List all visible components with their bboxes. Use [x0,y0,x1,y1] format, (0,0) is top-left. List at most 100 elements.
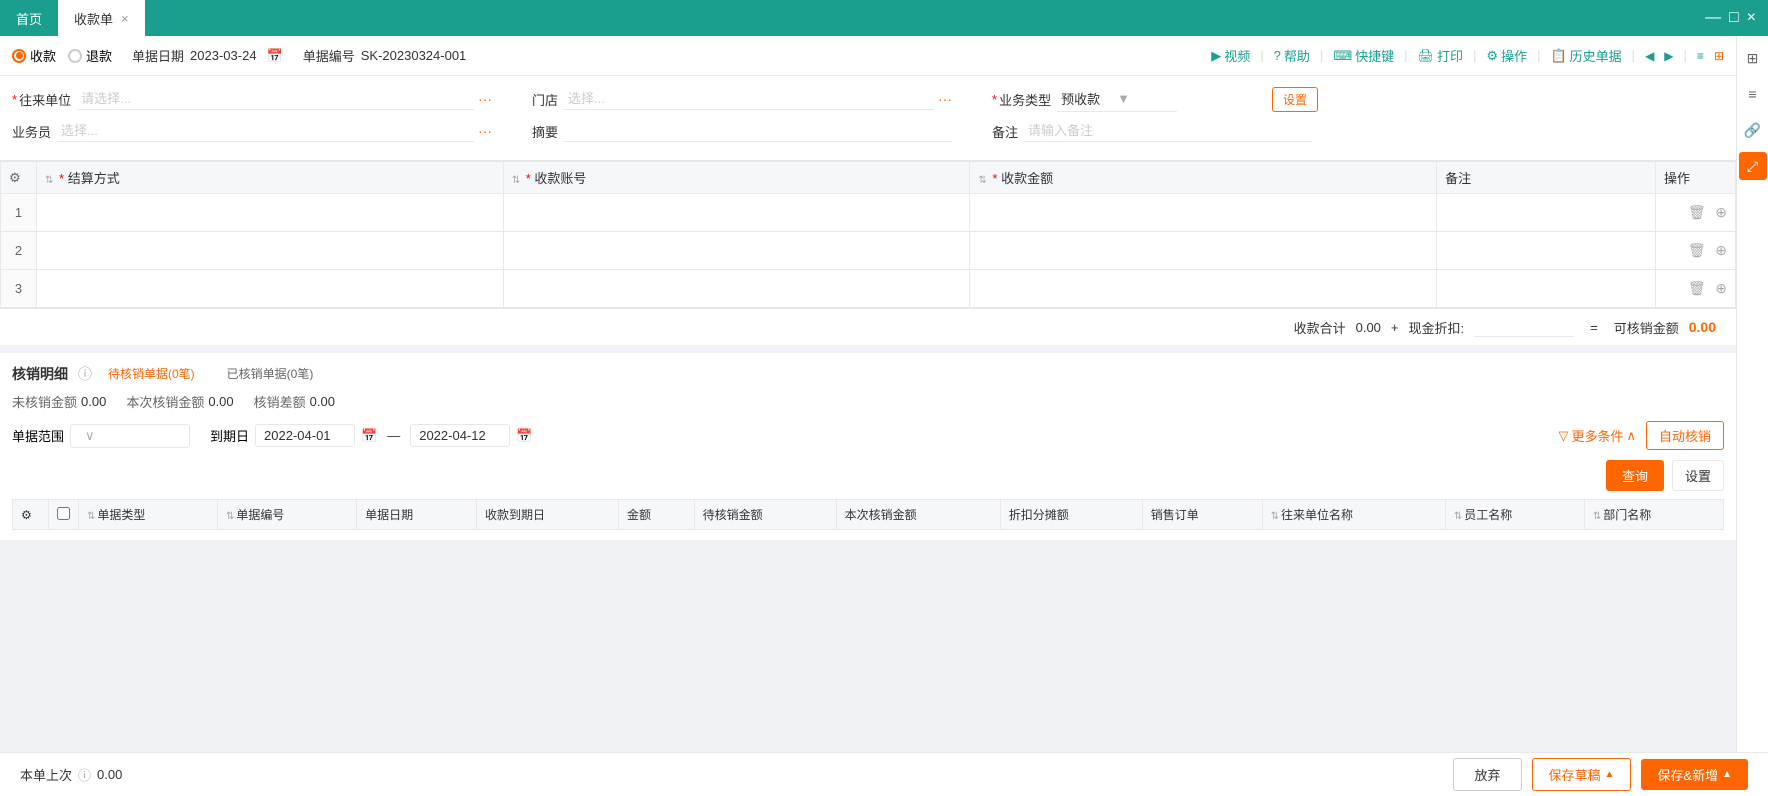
hxiao-setting-button[interactable]: 设置 [1672,460,1724,491]
sidebar-link-icon[interactable]: 🔗 [1739,116,1767,144]
row-2-amount[interactable] [970,232,1437,270]
th-settings[interactable]: ⚙ [1,162,37,194]
receipt-type-group: 收款 退款 [12,46,112,65]
bill-date-calendar-icon[interactable]: 📅 [267,48,283,64]
row-3-delete-icon[interactable]: 🗑 [1688,280,1706,296]
select-all-checkbox[interactable] [57,507,70,520]
bth-checkbox[interactable] [49,500,79,530]
action-grid-view[interactable]: ⊞ [1714,49,1724,63]
save-draft-arrow: ▲ [1605,769,1615,780]
row-3-amount[interactable] [970,270,1437,308]
action-hotkey[interactable]: ⌨ 快捷键 [1333,46,1394,65]
discard-button[interactable]: 放弃 [1453,758,1521,791]
setting-button[interactable]: 设置 [1272,87,1318,112]
counterpart-label: 往来单位 [19,90,71,109]
radio-receipt[interactable]: 收款 [12,46,56,65]
hxiao-filter-left: 单据范围 ∨ 到期日 📅 — 📅 [12,424,532,448]
table-row: 1 🗑 ⊕ [1,194,1736,232]
hxiao-tab-pending[interactable]: 待核销单据(0笔) [102,363,201,384]
toolbar: 收款 退款 单据日期 2023-03-24 📅 单据编号 SK-20230324… [0,36,1736,76]
sidebar-list-icon[interactable]: ≡ [1739,80,1767,108]
more-conditions-link[interactable]: ▽ 更多条件 ∧ [1558,426,1636,445]
save-new-label: 保存&新增 [1657,765,1718,784]
row-2-account[interactable] [503,232,970,270]
filter-date-to[interactable] [410,424,510,447]
row-3-copy-icon[interactable]: ⊕ [1715,280,1727,296]
hxiao-tab-done[interactable]: 已核销单据(0笔) [221,363,320,384]
bill-no-value: SK-20230324-001 [361,48,467,63]
row-1-delete-icon[interactable]: 🗑 [1688,204,1706,220]
row-2-delete-icon[interactable]: 🗑 [1688,242,1706,258]
nav-tab-label: 收款单 [74,9,113,28]
minimize-icon[interactable]: — [1705,9,1721,27]
row-2-copy-icon[interactable]: ⊕ [1715,242,1727,258]
store-field: 门店 ··· [532,88,952,110]
row-1-settlement[interactable] [37,194,504,232]
nav-tab-close[interactable]: × [121,11,129,26]
footer-info-icon[interactable]: ⓘ [78,765,91,784]
store-input[interactable] [564,88,934,110]
action-video[interactable]: ▶ 视频 [1211,46,1250,65]
row-1-copy-icon[interactable]: ⊕ [1715,204,1727,220]
business-type-field: * 业务类型 预收款 ▼ [992,86,1272,112]
query-button[interactable]: 查询 [1606,460,1664,491]
hxiao-info-icon[interactable]: ⓘ [78,364,92,384]
summary-row: 收款合计 0.00 + 现金折扣: = 可核销金额 0.00 [0,308,1736,345]
action-prev[interactable]: ◀ [1645,49,1654,63]
save-new-button[interactable]: 保存&新增 ▲ [1641,759,1748,790]
hxiao-filter-row: 单据范围 ∨ 到期日 📅 — 📅 ▽ [12,421,1724,450]
sidebar-table-icon[interactable]: ⊞ [1739,44,1767,72]
footer-left: 本单上次 ⓘ 0.00 [20,765,122,784]
summary-total-val: 0.00 [1356,320,1381,335]
row-3-account[interactable] [503,270,970,308]
maximize-icon[interactable]: □ [1729,9,1739,27]
auto-hxiao-button[interactable]: 自动核销 [1646,421,1724,450]
counterpart-input[interactable] [77,88,474,110]
bth-settings[interactable]: ⚙ [13,500,49,530]
action-list-view[interactable]: ≡ [1697,49,1704,63]
footer: 本单上次 ⓘ 0.00 放弃 保存草稿 ▲ 保存&新增 ▲ [0,752,1768,796]
row-2-settlement[interactable] [37,232,504,270]
cal-from-icon[interactable]: 📅 [361,428,377,444]
print-icon: 🖨 [1417,48,1434,64]
salesperson-input[interactable] [57,120,474,142]
nav-tab-receipt[interactable]: 收款单 × [58,0,145,36]
window-close-icon[interactable]: × [1747,9,1756,27]
th-settlement: ⇅ * 结算方式 [37,162,504,194]
th-action: 操作 [1656,162,1736,194]
sidebar-expand-icon[interactable]: ⤢ [1739,152,1767,180]
salesperson-more-btn[interactable]: ··· [478,123,492,139]
row-3-note[interactable] [1437,270,1656,308]
counterpart-more-btn[interactable]: ··· [478,91,492,107]
store-more-btn[interactable]: ··· [938,91,952,107]
row-1-note[interactable] [1437,194,1656,232]
action-help[interactable]: ? 帮助 [1274,46,1310,65]
row-3-settlement[interactable] [37,270,504,308]
table-row: 2 🗑 ⊕ [1,232,1736,270]
row-1-account[interactable] [503,194,970,232]
action-next[interactable]: ▶ [1664,49,1673,63]
row-1-amount[interactable] [970,194,1437,232]
action-history-label: 历史单据 [1570,46,1622,65]
sort-icon-bno: ⇅ [226,511,234,522]
action-print[interactable]: 🖨 打印 [1417,46,1463,65]
note-input[interactable] [1024,120,1312,142]
business-type-select[interactable]: 预收款 ▼ [1057,86,1177,112]
action-operation[interactable]: ⚙ 操作 [1486,46,1527,65]
radio-receipt-label: 收款 [30,46,56,65]
radio-refund[interactable]: 退款 [68,46,112,65]
store-label: 门店 [532,90,558,109]
salesperson-field: 业务员 ··· [12,120,492,142]
cal-to-icon[interactable]: 📅 [516,428,532,444]
action-history[interactable]: 📋 历史单据 [1550,46,1621,65]
save-draft-button[interactable]: 保存草稿 ▲ [1532,758,1632,791]
bill-date-label: 单据日期 [132,46,184,65]
nav-home[interactable]: 首页 [0,0,58,36]
summary-discount-input[interactable] [1474,317,1574,337]
business-type-label: 业务类型 [999,90,1051,109]
filter-date-from[interactable] [255,424,355,447]
filter-range-select[interactable]: ∨ [70,424,190,448]
row-2-note[interactable] [1437,232,1656,270]
summary-input[interactable] [564,120,952,142]
counterpart-field: * 往来单位 ··· [12,88,492,110]
